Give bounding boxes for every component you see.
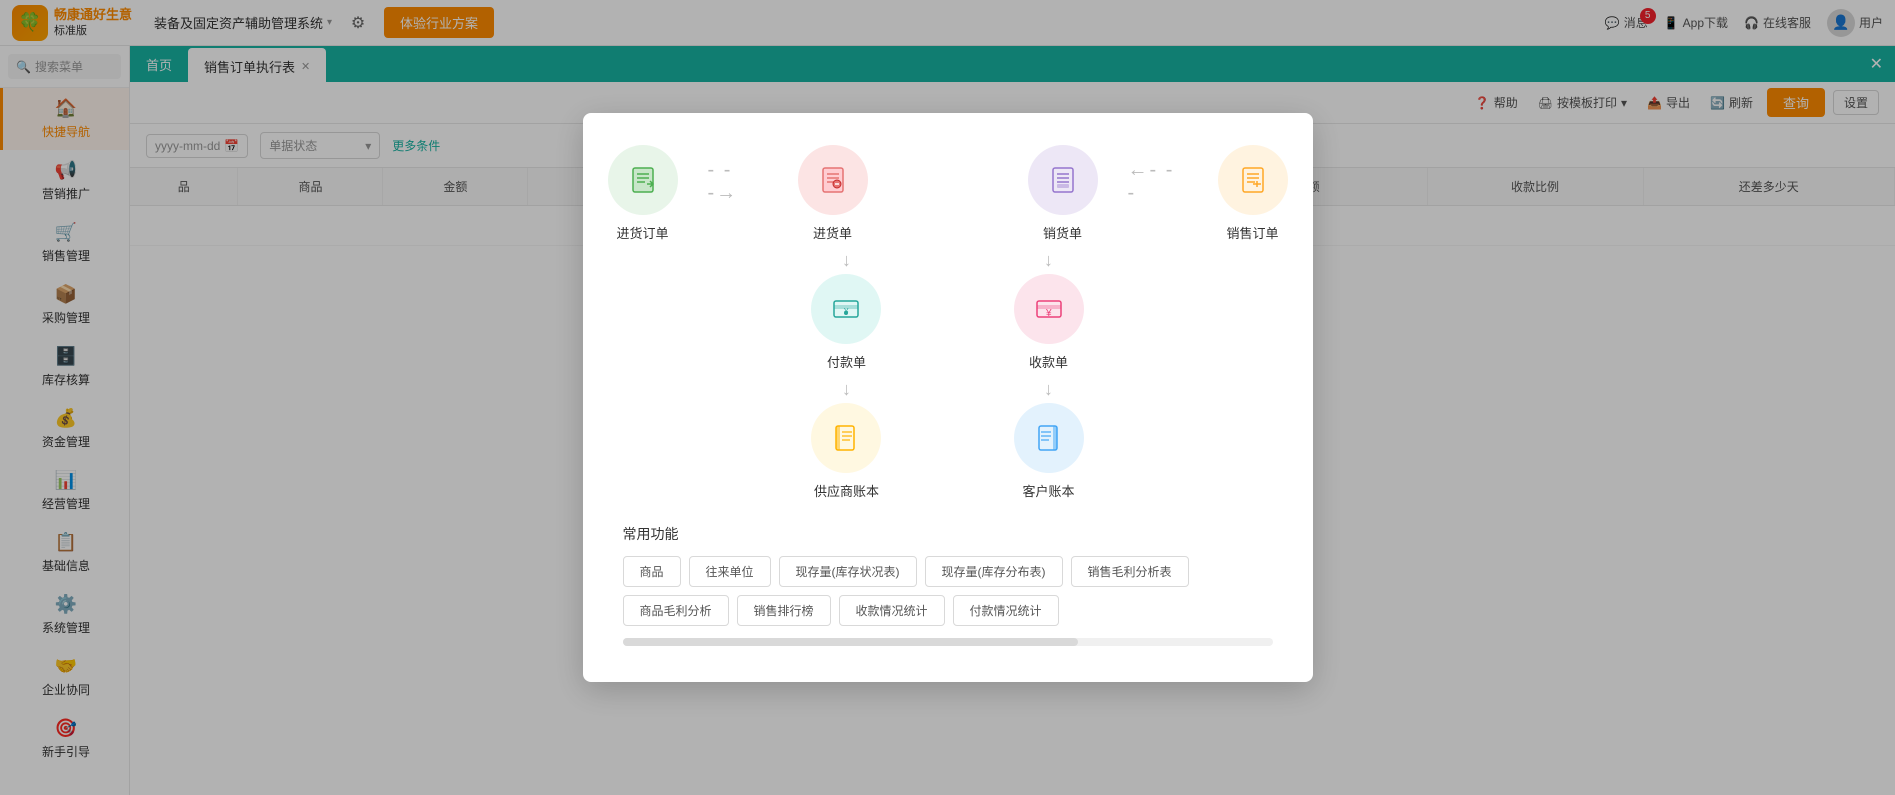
sales-order-label: 销售订单 bbox=[1226, 223, 1278, 242]
modal-inner: 进货订单 - - -→ bbox=[583, 113, 1313, 682]
payment-icon: ¥ bbox=[811, 274, 881, 344]
common-functions-section: 常用功能 商品往来单位现存量(库存状况表)现存量(库存分布表)销售毛利分析表商品… bbox=[623, 524, 1273, 626]
function-button-3[interactable]: 现存量(库存分布表) bbox=[925, 556, 1063, 587]
flow-node-payment[interactable]: ¥ 付款单 bbox=[789, 274, 903, 371]
modal-overlay[interactable]: 进货订单 - - -→ bbox=[0, 0, 1895, 795]
arrow-sales-order-to-bill: ←- - - bbox=[1128, 159, 1188, 229]
customer-ledger-label: 客户账本 bbox=[1023, 481, 1075, 500]
arrow-purchase-bill-down: ↓ bbox=[842, 246, 851, 274]
sales-bill-label: 销货单 bbox=[1043, 223, 1082, 242]
common-functions-title: 常用功能 bbox=[623, 524, 1273, 544]
function-button-1[interactable]: 往来单位 bbox=[689, 556, 771, 587]
receipt-label: 收款单 bbox=[1029, 352, 1068, 371]
sales-bill-icon bbox=[1028, 145, 1098, 215]
function-button-7[interactable]: 收款情况统计 bbox=[839, 595, 945, 626]
receipt-icon: ¥ bbox=[1014, 274, 1084, 344]
svg-text:¥: ¥ bbox=[1045, 308, 1052, 319]
payment-label: 付款单 bbox=[827, 352, 866, 371]
function-button-2[interactable]: 现存量(库存状况表) bbox=[779, 556, 917, 587]
function-button-4[interactable]: 销售毛利分析表 bbox=[1071, 556, 1189, 587]
function-button-6[interactable]: 销售排行榜 bbox=[737, 595, 831, 626]
function-button-0[interactable]: 商品 bbox=[623, 556, 681, 587]
arrow-receipt-down: ↓ bbox=[1044, 375, 1053, 403]
arrow-payment-down: ↓ bbox=[842, 375, 851, 403]
sales-order-icon bbox=[1218, 145, 1288, 215]
flow-node-receipt[interactable]: ¥ 收款单 bbox=[991, 274, 1105, 371]
svg-text:¥: ¥ bbox=[843, 307, 849, 316]
scroll-thumb bbox=[623, 638, 1078, 646]
customer-ledger-icon bbox=[1014, 403, 1084, 473]
supplier-ledger-label: 供应商账本 bbox=[814, 481, 879, 500]
arrow-purchase-to-bill: - - -→ bbox=[708, 159, 768, 229]
function-buttons: 商品往来单位现存量(库存状况表) 现存量(库存分布表) 销售毛利分析表商品毛利分析销… bbox=[623, 556, 1273, 626]
purchase-order-label: 进货订单 bbox=[616, 223, 668, 242]
flow-node-sales-bill[interactable]: 销货单 bbox=[998, 145, 1128, 242]
purchase-bill-icon bbox=[798, 145, 868, 215]
flow-modal: 进货订单 - - -→ bbox=[583, 113, 1313, 682]
flow-node-customer-ledger[interactable]: 客户账本 bbox=[991, 403, 1105, 500]
flow-node-purchase-order[interactable]: 进货订单 bbox=[583, 145, 708, 242]
function-button-8[interactable]: 付款情况统计 bbox=[953, 595, 1059, 626]
function-button-5[interactable]: 商品毛利分析 bbox=[623, 595, 729, 626]
purchase-order-icon bbox=[608, 145, 678, 215]
flow-node-sales-order[interactable]: 销售订单 bbox=[1188, 145, 1313, 242]
flow-node-purchase-bill[interactable]: 进货单 bbox=[768, 145, 898, 242]
arrow-sales-bill-down: ↓ bbox=[1044, 246, 1053, 274]
modal-scroll[interactable] bbox=[623, 634, 1273, 658]
app-container: 🍀 畅康通好生意 标准版 装备及固定资产辅助管理系统 ▾ ⚙ 体验行业方案 💬 … bbox=[0, 0, 1895, 795]
flow-diagram: 进货订单 - - -→ bbox=[623, 145, 1273, 500]
flow-node-supplier-ledger[interactable]: 供应商账本 bbox=[789, 403, 903, 500]
supplier-ledger-icon bbox=[811, 403, 881, 473]
scroll-track bbox=[623, 638, 1273, 646]
purchase-bill-label: 进货单 bbox=[813, 223, 852, 242]
